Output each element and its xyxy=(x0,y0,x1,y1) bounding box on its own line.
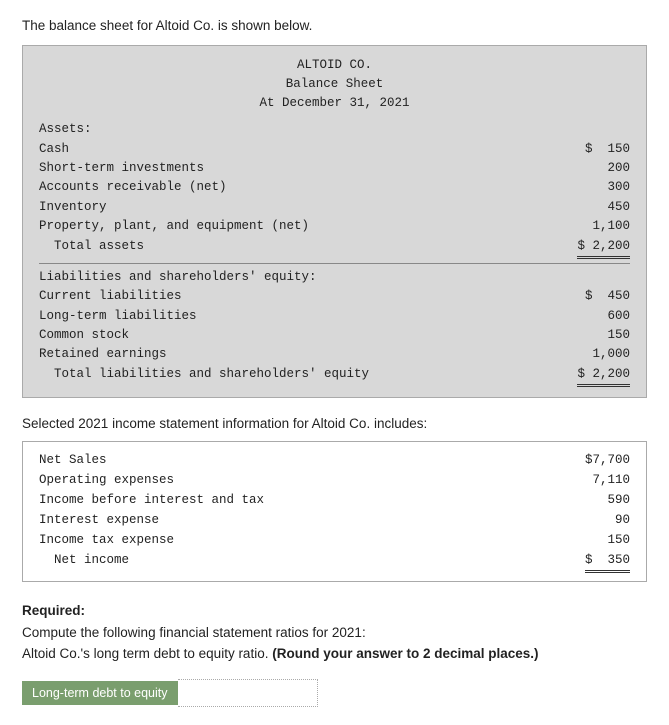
is-row-net-sales: Net Sales $7,700 xyxy=(39,450,630,470)
bs-row-inventory: Inventory 450 xyxy=(39,198,630,217)
bs-date: At December 31, 2021 xyxy=(39,94,630,113)
is-row-interest-exp: Interest expense 90 xyxy=(39,510,630,530)
required-line2-bold: (Round your answer to 2 decimal places.) xyxy=(272,646,538,661)
bs-row-longterm-liab: Long-term liabilities 600 xyxy=(39,307,630,326)
intro-text: The balance sheet for Altoid Co. is show… xyxy=(22,18,647,33)
answer-row: Long-term debt to equity xyxy=(22,679,647,707)
bs-section-divider xyxy=(39,263,630,264)
bs-title: Balance Sheet xyxy=(39,75,630,94)
bs-assets-label-row: Assets: xyxy=(39,120,630,139)
is-row-net-income: Net income $ 350 xyxy=(39,550,630,573)
bs-body: Assets: Cash $ 150 Short-term investment… xyxy=(39,120,630,387)
is-row-tax-exp: Income tax expense 150 xyxy=(39,530,630,550)
bs-company: ALTOID CO. xyxy=(39,56,630,75)
balance-sheet: ALTOID CO. Balance Sheet At December 31,… xyxy=(22,45,647,398)
bs-row-total-liab-equity: Total liabilities and shareholders' equi… xyxy=(39,365,630,387)
bs-row-ppe: Property, plant, and equipment (net) 1,1… xyxy=(39,217,630,236)
required-section: Required: Compute the following financia… xyxy=(22,600,647,665)
selected-info-text: Selected 2021 income statement informati… xyxy=(22,416,647,431)
answer-input[interactable] xyxy=(178,679,318,707)
is-row-operating-exp: Operating expenses 7,110 xyxy=(39,470,630,490)
answer-label: Long-term debt to equity xyxy=(22,681,178,705)
required-label: Required: xyxy=(22,603,85,618)
bs-row-total-assets: Total assets $ 2,200 xyxy=(39,237,630,259)
bs-liabilities-label-row: Liabilities and shareholders' equity: xyxy=(39,268,630,287)
bs-row-current-liab: Current liabilities $ 450 xyxy=(39,287,630,306)
required-line1: Compute the following financial statemen… xyxy=(22,625,366,640)
bs-row-cash: Cash $ 150 xyxy=(39,140,630,159)
income-statement: Net Sales $7,700 Operating expenses 7,11… xyxy=(22,441,647,582)
bs-header: ALTOID CO. Balance Sheet At December 31,… xyxy=(39,56,630,112)
required-line2-normal: Altoid Co.'s long term debt to equity ra… xyxy=(22,646,272,661)
bs-row-short-term: Short-term investments 200 xyxy=(39,159,630,178)
bs-assets-label: Assets: xyxy=(39,120,550,139)
is-row-income-before: Income before interest and tax 590 xyxy=(39,490,630,510)
bs-row-retained-earnings: Retained earnings 1,000 xyxy=(39,345,630,364)
bs-row-ar: Accounts receivable (net) 300 xyxy=(39,178,630,197)
bs-liabilities-label: Liabilities and shareholders' equity: xyxy=(39,268,550,287)
bs-row-common-stock: Common stock 150 xyxy=(39,326,630,345)
